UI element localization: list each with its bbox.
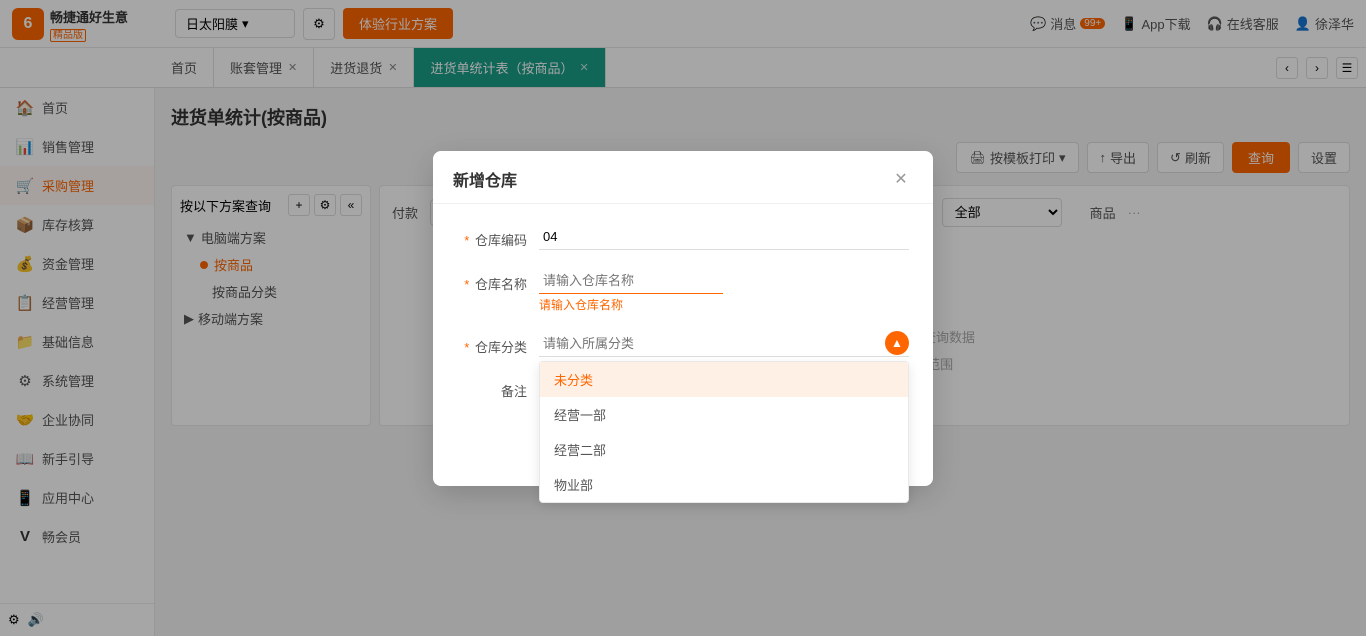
dialog-row-name: * 仓库名称 请输入仓库名称 [457,268,909,313]
required-star-name: * [464,277,469,292]
category-input-row: ▲ [539,331,909,357]
category-input[interactable] [539,331,885,356]
category-option-unclassified[interactable]: 未分类 [540,362,908,397]
dialog-body: * 仓库编码 * 仓库名称 请输入仓库名称 [433,204,933,427]
category-dropdown: 未分类 经营一部 经营二部 物业部 [539,361,909,503]
dialog-row-code: * 仓库编码 [457,224,909,250]
warehouse-name-input[interactable] [539,268,723,294]
category-option-dept2[interactable]: 经营二部 [540,432,908,467]
category-option-dept1[interactable]: 经营一部 [540,397,908,432]
required-star-code: * [464,233,469,248]
dialog-code-label: * 仓库编码 [457,224,527,249]
modal-overlay[interactable]: 新增仓库 ✕ * 仓库编码 * 仓库名称 [0,0,1366,636]
dialog-category-label: * 仓库分类 [457,331,527,356]
name-error-msg: 请输入仓库名称 [539,296,909,313]
dialog-add-warehouse: 新增仓库 ✕ * 仓库编码 * 仓库名称 [433,151,933,486]
dialog-name-label: * 仓库名称 [457,268,527,293]
dialog-close-button[interactable]: ✕ [889,167,913,191]
category-field-wrap: ▲ 未分类 经营一部 经营二部 物业部 [539,331,909,357]
category-option-property[interactable]: 物业部 [540,467,908,502]
dialog-remark-label: 备注 [457,375,527,400]
dialog-header: 新增仓库 ✕ [433,151,933,204]
warehouse-code-input[interactable] [539,224,909,250]
dialog-title: 新增仓库 [453,167,517,191]
required-star-category: * [464,340,469,355]
category-chevron-button[interactable]: ▲ [885,331,909,355]
dialog-row-category: * 仓库分类 ▲ 未分类 经营一部 经营二部 物业部 [457,331,909,357]
